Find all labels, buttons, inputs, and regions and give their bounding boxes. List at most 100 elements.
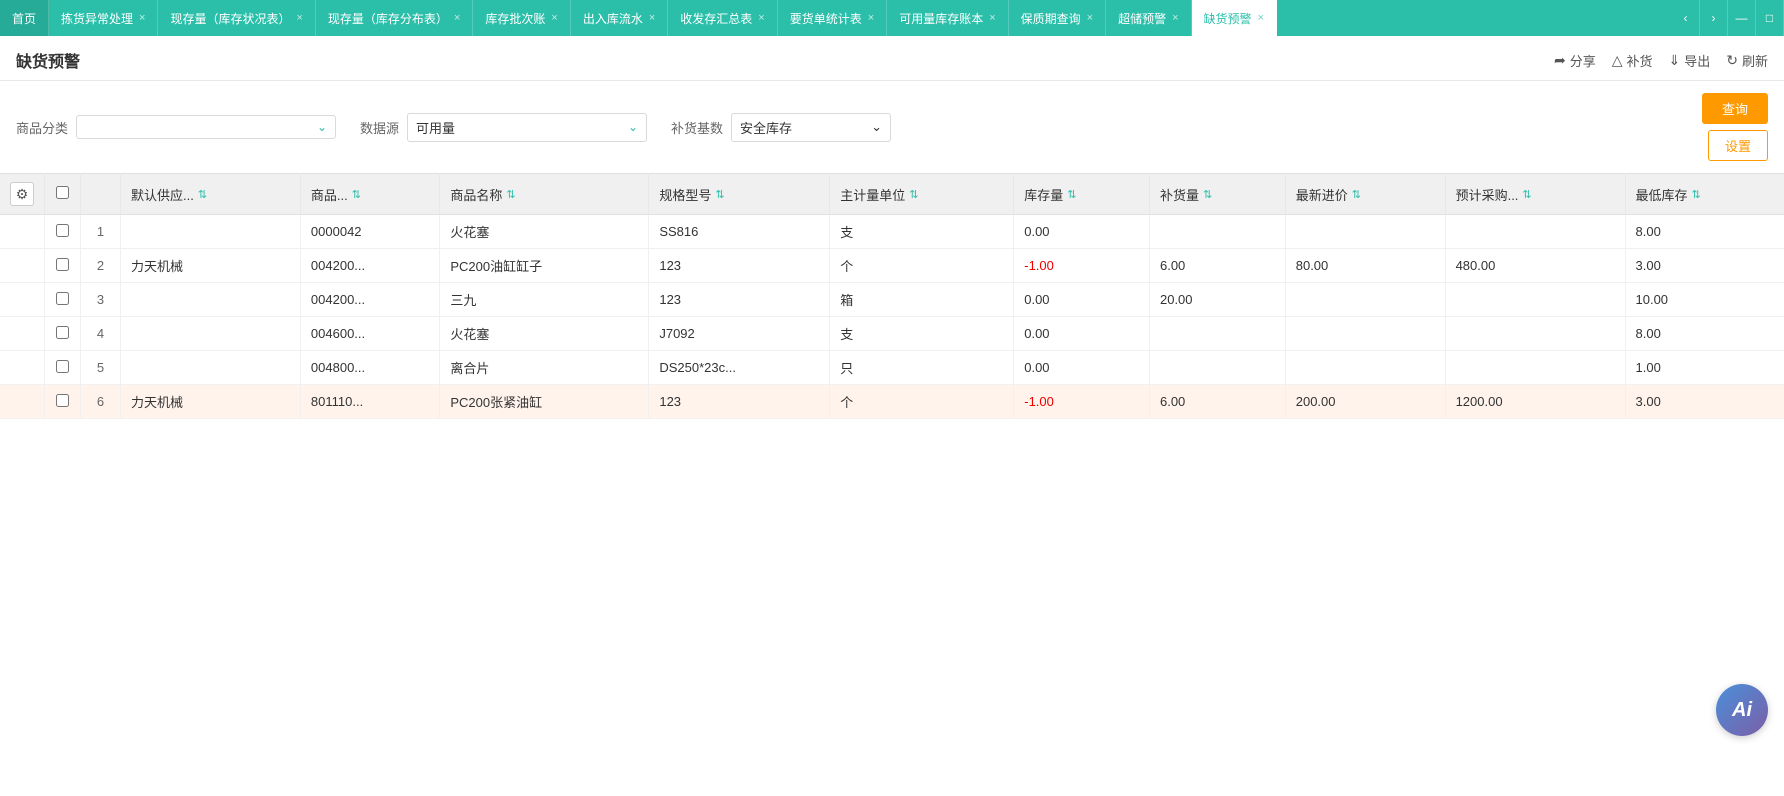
replenish-btn[interactable]: △ 补货 [1612,51,1653,70]
tab-close-expiry-query[interactable]: × [1087,12,1093,24]
ai-badge-label: Ai [1732,699,1752,722]
stock-sort-icon[interactable]: ⇅ [1067,188,1076,201]
tab-close-inventory-status[interactable]: × [296,12,302,24]
refresh-btn[interactable]: ↻ 刷新 [1726,51,1768,70]
tab-prev-btn[interactable]: ‹ [1672,0,1700,36]
page-header: 缺货预警 ➦ 分享 △ 补货 ⇓ 导出 ↻ 刷新 [0,36,1784,81]
tab-close-shortage-warn[interactable]: × [1258,12,1264,24]
row-unit-cell: 个 [830,385,1014,419]
row-latest-price-cell: 200.00 [1285,385,1445,419]
row-replenish-qty-cell: 6.00 [1149,385,1285,419]
row-supplier-cell [121,215,301,249]
col-replenish-qty-header: 补货量 ⇅ [1149,174,1285,215]
name-sort-icon[interactable]: ⇅ [506,188,515,201]
row-unit-cell: 只 [830,351,1014,385]
table-header-row: ⚙ 默认供应... ⇅ 商品... [0,174,1784,215]
tab-close-inout-flow[interactable]: × [649,12,655,24]
table-row: 3 004200... 三九 123 箱 0.00 20.00 10.00 [0,283,1784,317]
replenish-base-filter-group: 补货基数 安全库存 ⌄ [671,113,891,142]
tab-item-batch-account[interactable]: 库存批次账× [473,0,570,36]
tab-minimize-btn[interactable]: — [1728,0,1756,36]
col-latest-price-header: 最新进价 ⇅ [1285,174,1445,215]
row-supplier-cell [121,283,301,317]
replenish-base-value: 安全库存 [740,118,792,137]
tab-close-available-ledger[interactable]: × [989,12,995,24]
tab-close-receive-summary[interactable]: × [758,12,764,24]
tab-item-shortage-warn[interactable]: 缺货预警× [1192,0,1277,36]
row-checkbox[interactable] [56,326,69,339]
tab-close-inventory-dist[interactable]: × [454,12,460,24]
category-select[interactable]: ⌄ [76,115,336,139]
row-latest-price-cell [1285,215,1445,249]
row-check-cell [45,215,81,249]
row-checkbox[interactable] [56,292,69,305]
export-btn[interactable]: ⇓ 导出 [1669,51,1711,70]
tab-close-batch-account[interactable]: × [551,12,557,24]
tab-item-requisition-stat[interactable]: 要货单统计表 × [778,0,887,36]
main-content: 缺货预警 ➦ 分享 △ 补货 ⇓ 导出 ↻ 刷新 商品分类 [0,36,1784,796]
tab-close-overstock-warn[interactable]: × [1172,12,1178,24]
tab-next-btn[interactable]: › [1700,0,1728,36]
tab-close-requisition-stat[interactable]: × [868,12,874,24]
row-replenish-qty-cell [1149,317,1285,351]
tab-item-overstock-warn[interactable]: 超储预警× [1106,0,1191,36]
latest-price-sort-icon[interactable]: ⇅ [1352,188,1361,201]
tab-item-inout-flow[interactable]: 出入库流水× [571,0,668,36]
tab-maximize-btn[interactable]: □ [1756,0,1784,36]
filter-right-actions: 查询 设置 [1702,93,1768,161]
tab-item-available-ledger[interactable]: 可用量库存账本× [887,0,1008,36]
row-code-cell: 004200... [300,249,439,283]
datasource-arrow-icon: ⌄ [628,120,638,134]
replenish-qty-sort-icon[interactable]: ⇅ [1203,188,1212,201]
row-stock-cell: 0.00 [1014,215,1150,249]
row-name-cell: 火花塞 [440,215,649,249]
row-settings-cell [0,351,45,385]
row-checkbox[interactable] [56,394,69,407]
min-stock-sort-icon[interactable]: ⇅ [1692,188,1701,201]
code-sort-icon[interactable]: ⇅ [352,188,361,201]
ai-assistant-btn[interactable]: Ai [1716,684,1768,736]
row-name-cell: 火花塞 [440,317,649,351]
row-spec-cell: J7092 [649,317,830,351]
row-checkbox[interactable] [56,258,69,271]
row-check-cell [45,283,81,317]
unit-sort-icon[interactable]: ⇅ [909,188,918,201]
row-min-stock-cell: 8.00 [1625,317,1784,351]
tab-item-inventory-status[interactable]: 现存量（库存状况表）× [158,0,315,36]
settings-btn[interactable]: 设置 [1708,130,1768,161]
row-spec-cell: 123 [649,283,830,317]
tab-close-exception[interactable]: × [139,12,145,24]
select-all-checkbox[interactable] [56,186,69,199]
row-checkbox[interactable] [56,224,69,237]
row-checkbox[interactable] [56,360,69,373]
replenish-icon: △ [1612,52,1623,69]
tab-item-home[interactable]: 首页 [0,0,49,36]
tab-item-expiry-query[interactable]: 保质期查询 × [1009,0,1106,36]
tab-item-receive-summary[interactable]: 收发存汇总表× [668,0,777,36]
datasource-select[interactable]: 可用量 ⌄ [407,113,647,142]
tab-label-expiry-query: 保质期查询 [1021,10,1081,27]
tab-item-inventory-dist[interactable]: 现存量（库存分布表）× [316,0,473,36]
row-min-stock-cell: 8.00 [1625,215,1784,249]
col-name-header: 商品名称 ⇅ [440,174,649,215]
row-settings-cell [0,385,45,419]
datasource-filter-group: 数据源 可用量 ⌄ [360,113,647,142]
datasource-label: 数据源 [360,118,399,137]
tab-label-requisition-stat: 要货单统计表 [790,10,862,27]
spec-sort-icon[interactable]: ⇅ [715,188,724,201]
row-check-cell [45,249,81,283]
col-settings: ⚙ [0,174,45,215]
est-purchase-sort-icon[interactable]: ⇅ [1522,188,1531,201]
table-container: ⚙ 默认供应... ⇅ 商品... [0,173,1784,419]
data-table: ⚙ 默认供应... ⇅ 商品... [0,173,1784,419]
row-unit-cell: 支 [830,317,1014,351]
query-btn[interactable]: 查询 [1702,93,1768,124]
tab-item-exception[interactable]: 拣货异常处理× [49,0,158,36]
share-btn[interactable]: ➦ 分享 [1554,51,1596,70]
row-supplier-cell: 力天机械 [121,385,301,419]
row-spec-cell: 123 [649,249,830,283]
row-num-cell: 5 [81,351,121,385]
replenish-base-select[interactable]: 安全库存 ⌄ [731,113,891,142]
column-settings-btn[interactable]: ⚙ [10,182,34,206]
supplier-sort-icon[interactable]: ⇅ [198,188,207,201]
